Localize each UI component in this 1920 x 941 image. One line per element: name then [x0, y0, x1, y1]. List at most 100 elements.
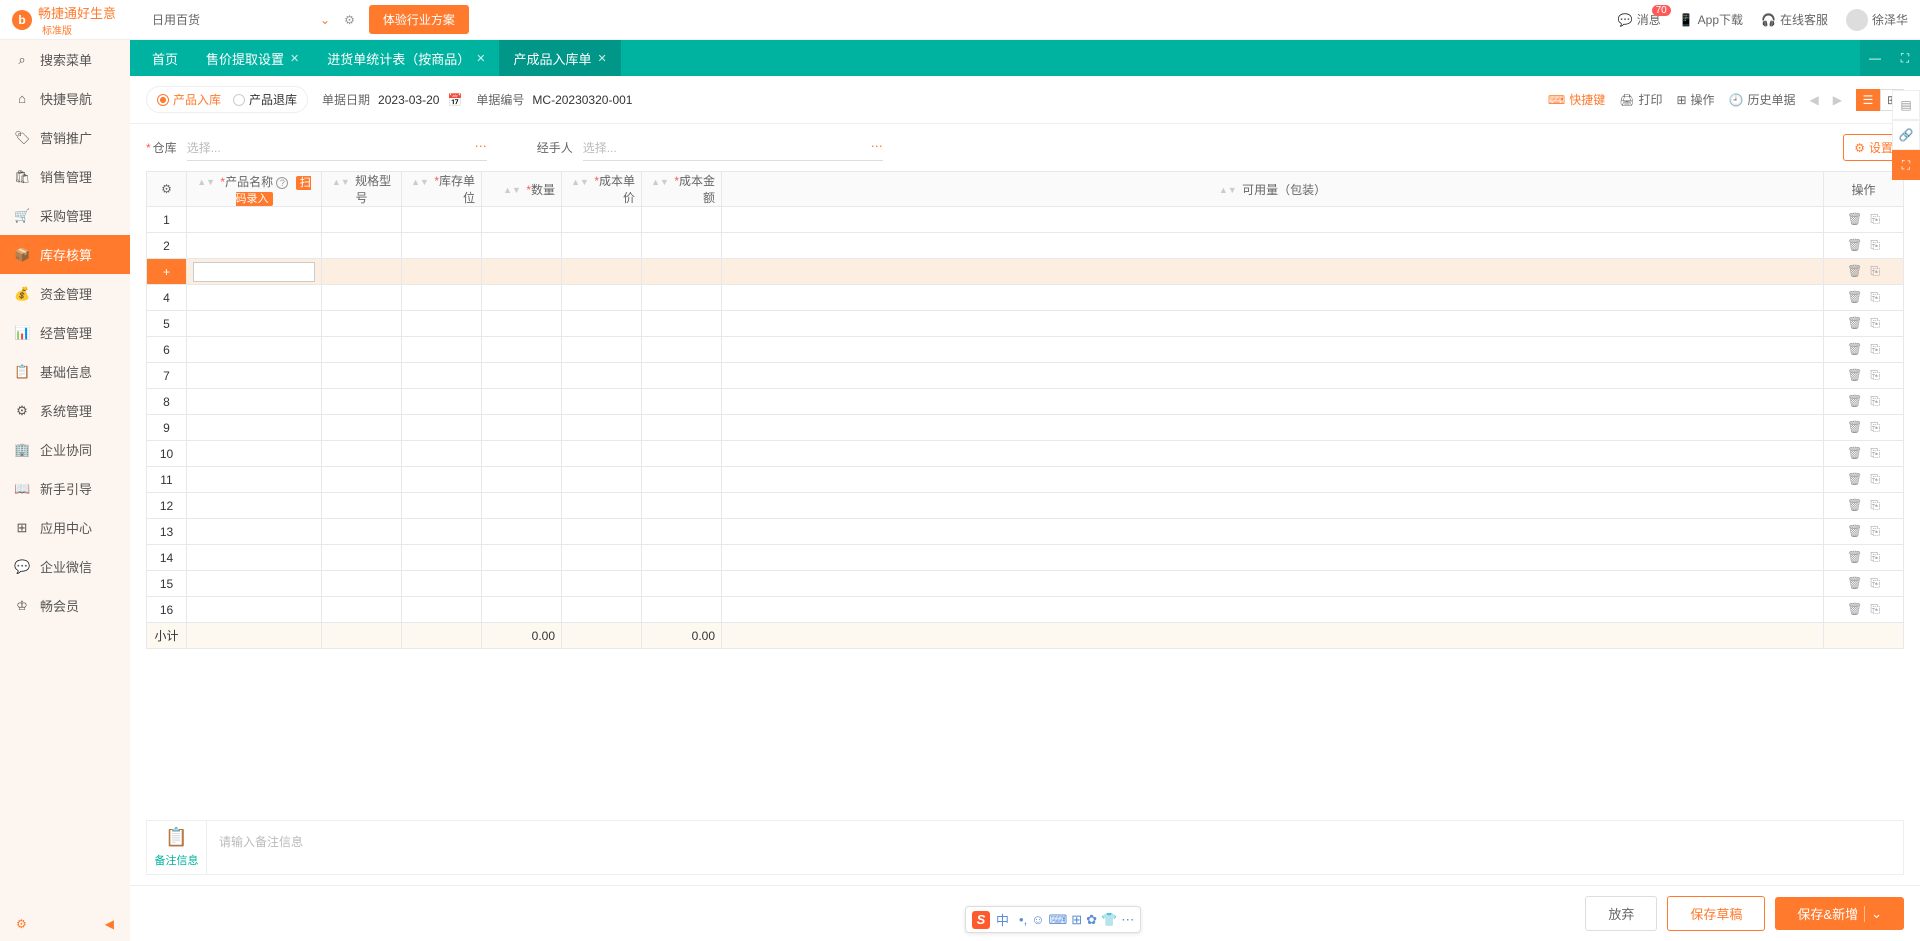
add-row-icon[interactable]: +	[159, 264, 175, 280]
cell-unit[interactable]	[402, 441, 482, 467]
copy-row-icon[interactable]: ⎘	[1870, 602, 1880, 617]
cell-qty[interactable]	[482, 363, 562, 389]
cell-available[interactable]	[722, 207, 1824, 233]
table-row[interactable]: 5🗑⎘	[147, 311, 1904, 337]
cell-cost-amount[interactable]	[642, 337, 722, 363]
sidebar-item-13[interactable]: 💬企业微信	[0, 547, 130, 586]
cell-product-name[interactable]	[187, 519, 322, 545]
cell-cost-amount[interactable]	[642, 467, 722, 493]
close-icon[interactable]: ✕	[598, 52, 607, 65]
cell-unit[interactable]	[402, 337, 482, 363]
cell-product-name[interactable]	[187, 233, 322, 259]
cell-spec[interactable]	[322, 519, 402, 545]
cell-cost-amount[interactable]	[642, 519, 722, 545]
next-doc-icon[interactable]: ▶	[1833, 93, 1842, 107]
experience-button[interactable]: 体验行业方案	[369, 5, 469, 34]
cell-cost-price[interactable]	[562, 337, 642, 363]
cell-product-name[interactable]	[187, 415, 322, 441]
sort-icon[interactable]: ▲▼	[1219, 187, 1237, 193]
cell-cost-amount[interactable]	[642, 311, 722, 337]
table-row[interactable]: 11🗑⎘	[147, 467, 1904, 493]
delete-row-icon[interactable]: 🗑	[1847, 238, 1862, 253]
cell-qty[interactable]	[482, 259, 562, 285]
cell-cost-price[interactable]	[562, 285, 642, 311]
close-icon[interactable]: ✕	[290, 52, 299, 65]
cell-spec[interactable]	[322, 415, 402, 441]
cell-available[interactable]	[722, 415, 1824, 441]
cell-qty[interactable]	[482, 467, 562, 493]
sort-icon[interactable]: ▲▼	[197, 179, 215, 185]
delete-row-icon[interactable]: 🗑	[1847, 498, 1862, 513]
cell-unit[interactable]	[402, 571, 482, 597]
copy-row-icon[interactable]: ⎘	[1870, 524, 1880, 539]
sidebar-item-2[interactable]: 🏷营销推广	[0, 118, 130, 157]
copy-row-icon[interactable]: ⎘	[1870, 212, 1880, 227]
column-unit[interactable]: ▲▼ *库存单位	[402, 172, 482, 207]
table-row[interactable]: 16🗑⎘	[147, 597, 1904, 623]
table-row[interactable]: +🗑⎘	[147, 259, 1904, 285]
rail-item-3[interactable]: ⛶	[1892, 150, 1920, 180]
sort-icon[interactable]: ▲▼	[651, 179, 669, 185]
delete-row-icon[interactable]: 🗑	[1847, 316, 1862, 331]
column-cost-amount[interactable]: ▲▼ *成本金额	[642, 172, 722, 207]
rail-item-2[interactable]: 🔗	[1892, 120, 1920, 150]
cell-cost-price[interactable]	[562, 415, 642, 441]
cell-product-name[interactable]	[187, 363, 322, 389]
table-row[interactable]: 12🗑⎘	[147, 493, 1904, 519]
table-row[interactable]: 6🗑⎘	[147, 337, 1904, 363]
print-link[interactable]: 🖨 打印	[1619, 91, 1662, 108]
delete-row-icon[interactable]: 🗑	[1847, 576, 1862, 591]
cell-cost-price[interactable]	[562, 311, 642, 337]
cell-product-name[interactable]	[187, 337, 322, 363]
cell-product-name[interactable]	[187, 493, 322, 519]
cell-product-name[interactable]	[187, 259, 322, 285]
sidebar-collapse-icon[interactable]: ◀	[105, 917, 114, 931]
cell-product-name[interactable]	[187, 285, 322, 311]
cell-cost-price[interactable]	[562, 519, 642, 545]
sort-icon[interactable]: ▲▼	[571, 179, 589, 185]
cell-available[interactable]	[722, 597, 1824, 623]
cell-product-name[interactable]	[187, 467, 322, 493]
table-row[interactable]: 7🗑⎘	[147, 363, 1904, 389]
delete-row-icon[interactable]: 🗑	[1847, 602, 1862, 617]
cell-cost-price[interactable]	[562, 207, 642, 233]
cell-cost-amount[interactable]	[642, 571, 722, 597]
cell-qty[interactable]	[482, 571, 562, 597]
doc-date-value[interactable]: 2023-03-20	[378, 93, 439, 107]
cell-qty[interactable]	[482, 389, 562, 415]
delete-row-icon[interactable]: 🗑	[1847, 446, 1862, 461]
delete-row-icon[interactable]: 🗑	[1847, 264, 1862, 279]
cell-cost-price[interactable]	[562, 545, 642, 571]
cell-available[interactable]	[722, 389, 1824, 415]
column-qty[interactable]: ▲▼ *数量	[482, 172, 562, 207]
table-row[interactable]: 4🗑⎘	[147, 285, 1904, 311]
cell-cost-amount[interactable]	[642, 285, 722, 311]
cell-qty[interactable]	[482, 415, 562, 441]
sidebar-item-7[interactable]: 📊经营管理	[0, 313, 130, 352]
product-name-input[interactable]	[193, 262, 315, 282]
cell-product-name[interactable]	[187, 571, 322, 597]
save-and-new-button[interactable]: 保存&新增 ⌄	[1775, 897, 1904, 930]
cell-unit[interactable]	[402, 389, 482, 415]
table-row[interactable]: 1🗑⎘	[147, 207, 1904, 233]
cell-available[interactable]	[722, 571, 1824, 597]
ime-tool-icon[interactable]: ⌨	[1048, 912, 1067, 927]
user-menu[interactable]: 徐泽华	[1846, 9, 1908, 31]
cell-unit[interactable]	[402, 467, 482, 493]
ime-toolbar[interactable]: S 中 •,☺⌨⊞✿👕⋯	[965, 906, 1141, 933]
warehouse-select[interactable]: 选择... ⋯	[187, 135, 487, 161]
radio-stock-in[interactable]: 产品入库	[157, 91, 221, 108]
cell-product-name[interactable]	[187, 311, 322, 337]
cell-cost-amount[interactable]	[642, 545, 722, 571]
chevron-down-icon[interactable]: ⌄	[1864, 906, 1882, 922]
delete-row-icon[interactable]: 🗑	[1847, 550, 1862, 565]
cell-spec[interactable]	[322, 285, 402, 311]
sort-icon[interactable]: ▲▼	[332, 179, 350, 185]
cell-unit[interactable]	[402, 363, 482, 389]
cell-cost-amount[interactable]	[642, 233, 722, 259]
gear-icon[interactable]: ⚙	[344, 13, 355, 27]
copy-row-icon[interactable]: ⎘	[1870, 446, 1880, 461]
sidebar-item-12[interactable]: ⊞应用中心	[0, 508, 130, 547]
cell-cost-price[interactable]	[562, 233, 642, 259]
cell-spec[interactable]	[322, 467, 402, 493]
